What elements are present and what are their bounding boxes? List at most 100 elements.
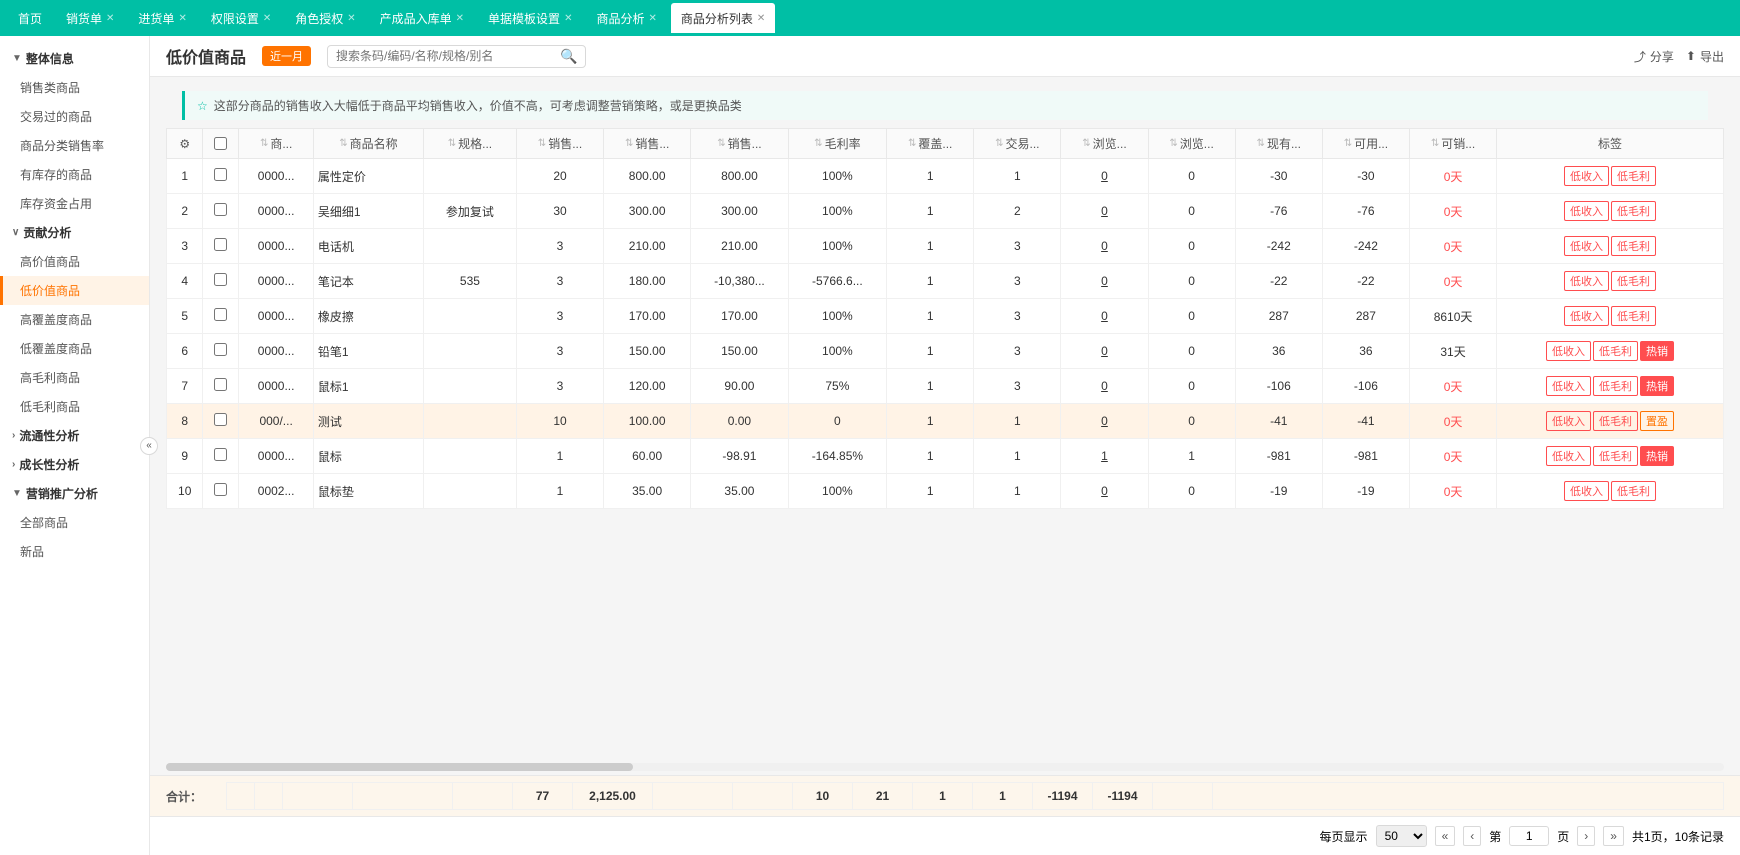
nav-tab-analysis-list[interactable]: 商品分析列表 ✕ [671, 3, 775, 33]
sidebar-group-marketing[interactable]: ▼ 营销推广分析 [0, 479, 149, 508]
row-views1[interactable]: 0 [1061, 404, 1148, 439]
col-name-sort-icon[interactable]: ⇅ [339, 138, 347, 149]
col-spec-sort-icon[interactable]: ⇅ [448, 138, 456, 149]
col-avg-sort-icon[interactable]: ⇅ [717, 138, 725, 149]
row-checkbox-cell[interactable] [203, 404, 239, 439]
sidebar-group-contribution[interactable]: ∨ 贡献分析 [0, 218, 149, 247]
last-page-btn[interactable]: » [1603, 826, 1624, 846]
nav-tab-role-close[interactable]: ✕ [347, 13, 355, 24]
select-all-checkbox[interactable] [214, 137, 227, 150]
prev-page-btn[interactable]: ‹ [1463, 826, 1481, 846]
row-checkbox[interactable] [214, 378, 227, 391]
sidebar-item-all-goods[interactable]: 全部商品 [0, 508, 149, 537]
row-coverage: 1 [887, 299, 974, 334]
col-available-sort-icon[interactable]: ⇅ [1344, 138, 1352, 149]
row-checkbox[interactable] [214, 483, 227, 496]
period-button[interactable]: 近一月 [262, 46, 311, 66]
row-views1[interactable]: 0 [1061, 299, 1148, 334]
col-current-sort-icon[interactable]: ⇅ [1257, 138, 1265, 149]
nav-tab-template-close[interactable]: ✕ [564, 13, 572, 24]
col-margin-sort-icon[interactable]: ⇅ [814, 138, 822, 149]
sidebar-item-low-margin[interactable]: 低毛利商品 [0, 392, 149, 421]
row-checkbox-cell[interactable] [203, 439, 239, 474]
col-coverage-sort-icon[interactable]: ⇅ [908, 138, 916, 149]
sidebar-group-growth[interactable]: › 成长性分析 [0, 450, 149, 479]
row-views1[interactable]: 0 [1061, 194, 1148, 229]
row-checkbox[interactable] [214, 413, 227, 426]
col-saleable-sort-icon[interactable]: ⇅ [1431, 138, 1439, 149]
sidebar-group-liquidity[interactable]: › 流通性分析 [0, 421, 149, 450]
sidebar-group-overall[interactable]: ▼ 整体信息 [0, 44, 149, 73]
col-code-sort-icon[interactable]: ⇅ [260, 138, 268, 149]
col-qty-sort-icon[interactable]: ⇅ [538, 138, 546, 149]
nav-tab-role[interactable]: 角色授权 ✕ [285, 3, 365, 33]
nav-tab-analysis-list-close[interactable]: ✕ [757, 13, 765, 24]
nav-tab-warehouse-close[interactable]: ✕ [456, 13, 464, 24]
nav-tab-sales-close[interactable]: ✕ [106, 13, 114, 24]
row-views1[interactable]: 0 [1061, 159, 1148, 194]
settings-icon[interactable]: ⚙ [179, 137, 190, 151]
nav-tab-permission-close[interactable]: ✕ [263, 13, 271, 24]
col-amount-sort-icon[interactable]: ⇅ [625, 138, 633, 149]
col-views1-sort-icon[interactable]: ⇅ [1082, 138, 1090, 149]
share-button[interactable]: ⤴ 分享 [1634, 48, 1674, 65]
search-icon[interactable]: 🔍 [560, 48, 577, 65]
sidebar-collapse-btn[interactable]: « [140, 437, 158, 455]
row-checkbox[interactable] [214, 238, 227, 251]
first-page-btn[interactable]: « [1435, 826, 1456, 846]
row-views1[interactable]: 0 [1061, 229, 1148, 264]
nav-tab-permission[interactable]: 权限设置 ✕ [201, 3, 281, 33]
row-checkbox[interactable] [214, 168, 227, 181]
row-checkbox[interactable] [214, 273, 227, 286]
sidebar-item-low-value[interactable]: 低价值商品 [0, 276, 149, 305]
row-checkbox-cell[interactable] [203, 299, 239, 334]
col-settings[interactable]: ⚙ [167, 129, 203, 159]
sidebar-item-capital[interactable]: 库存资金占用 [0, 189, 149, 218]
nav-tab-template[interactable]: 单据模板设置 ✕ [478, 3, 582, 33]
sidebar-item-stock-goods[interactable]: 有库存的商品 [0, 160, 149, 189]
per-page-select[interactable]: 50 100 200 [1376, 825, 1427, 847]
search-input[interactable] [336, 49, 556, 63]
row-views1[interactable]: 0 [1061, 264, 1148, 299]
row-checkbox[interactable] [214, 343, 227, 356]
nav-tab-home[interactable]: 首页 [8, 3, 52, 33]
nav-tab-purchase-close[interactable]: ✕ [178, 13, 186, 24]
row-checkbox[interactable] [214, 448, 227, 461]
row-checkbox-cell[interactable] [203, 159, 239, 194]
col-current: ⇅现有... [1235, 129, 1322, 159]
row-checkbox-cell[interactable] [203, 229, 239, 264]
sidebar-item-category-rate[interactable]: 商品分类销售率 [0, 131, 149, 160]
sidebar-item-low-coverage[interactable]: 低覆盖度商品 [0, 334, 149, 363]
nav-tab-analysis[interactable]: 商品分析 ✕ [586, 3, 666, 33]
sidebar-item-high-coverage[interactable]: 高覆盖度商品 [0, 305, 149, 334]
page-number-input[interactable] [1509, 826, 1549, 846]
row-checkbox[interactable] [214, 308, 227, 321]
sidebar-item-high-margin[interactable]: 高毛利商品 [0, 363, 149, 392]
nav-tab-purchase[interactable]: 进货单 ✕ [128, 3, 196, 33]
row-views1[interactable]: 0 [1061, 369, 1148, 404]
row-views1[interactable]: 0 [1061, 334, 1148, 369]
row-checkbox-cell[interactable] [203, 194, 239, 229]
nav-tab-sales[interactable]: 销货单 ✕ [56, 3, 124, 33]
sidebar-item-traded-goods[interactable]: 交易过的商品 [0, 102, 149, 131]
notice-icon: ☆ [197, 99, 208, 113]
horizontal-scrollbar[interactable] [166, 763, 1724, 771]
row-checkbox-cell[interactable] [203, 474, 239, 509]
sidebar-item-sales-goods[interactable]: 销售类商品 [0, 73, 149, 102]
row-checkbox[interactable] [214, 203, 227, 216]
nav-tab-analysis-close[interactable]: ✕ [648, 13, 656, 24]
scroll-thumb[interactable] [166, 763, 633, 771]
sidebar-item-high-value[interactable]: 高价值商品 [0, 247, 149, 276]
col-trade-sort-icon[interactable]: ⇅ [995, 138, 1003, 149]
sidebar-item-new-goods[interactable]: 新品 [0, 537, 149, 566]
nav-tab-warehouse[interactable]: 产成品入库单 ✕ [370, 3, 474, 33]
col-checkbox[interactable] [203, 129, 239, 159]
row-checkbox-cell[interactable] [203, 264, 239, 299]
row-views1[interactable]: 0 [1061, 474, 1148, 509]
next-page-btn[interactable]: › [1577, 826, 1595, 846]
row-checkbox-cell[interactable] [203, 334, 239, 369]
export-button[interactable]: ⬆ 导出 [1686, 48, 1724, 65]
col-views2-sort-icon[interactable]: ⇅ [1169, 138, 1177, 149]
row-checkbox-cell[interactable] [203, 369, 239, 404]
row-views1[interactable]: 1 [1061, 439, 1148, 474]
